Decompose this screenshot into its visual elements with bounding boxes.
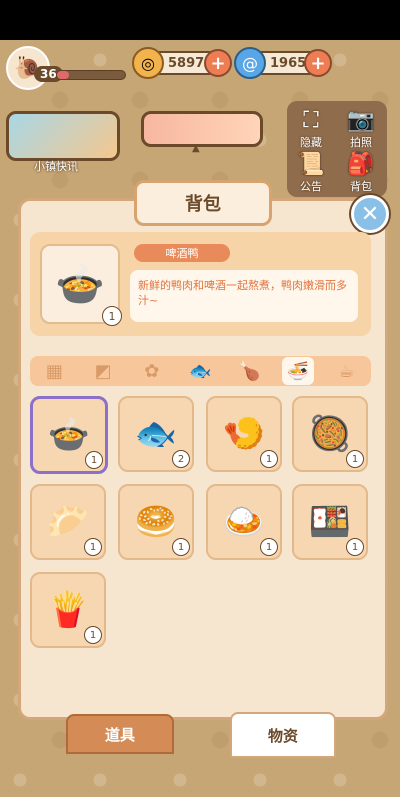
event-banner[interactable] xyxy=(141,111,263,147)
buns-icon: 🥯 xyxy=(134,502,178,542)
filter-tab-plant[interactable]: ✿ xyxy=(136,357,168,385)
item-count-badge: 1 xyxy=(84,626,102,644)
filter-tab-seed[interactable]: ◩ xyxy=(87,357,119,385)
filter-tab-all[interactable]: ▦ xyxy=(38,357,70,385)
item-count-badge: 1 xyxy=(85,451,103,469)
item-count-badge: 1 xyxy=(346,450,364,468)
backpack-label: 背包 xyxy=(350,180,372,193)
item-count-badge: 1 xyxy=(260,538,278,556)
backpack-button[interactable]: 🎒 背包 xyxy=(339,152,383,196)
cup-icon: ☕ xyxy=(338,360,355,382)
filter-tab-drink[interactable]: ☕ xyxy=(331,357,363,385)
item-detail-card: 🍲 1 啤酒鸭 新鲜的鸭肉和啤酒一起熬煮，鸭肉嫩滑而多汁~ xyxy=(30,232,371,336)
close-button[interactable]: ✕ xyxy=(351,195,389,233)
beer-duck-icon: 🍲 1 xyxy=(40,244,122,326)
town-news-label: 小镇快讯 xyxy=(34,160,78,173)
item-count-badge: 1 xyxy=(346,538,364,556)
gem-value: 1965 xyxy=(270,55,307,71)
grid-icon: ▦ xyxy=(45,360,63,382)
assorted-plate-icon: 🍱 xyxy=(308,502,352,542)
filter-tab-meat[interactable]: 🍗 xyxy=(233,357,265,385)
hide-button[interactable]: ⛶ 隐藏 xyxy=(289,108,333,152)
inventory-slot[interactable]: 🐟 2 xyxy=(118,396,194,472)
rice-dish-icon: 🍛 xyxy=(222,502,266,542)
inventory-slot[interactable]: 🍲 1 xyxy=(30,396,108,474)
coin-icon: ◎ xyxy=(132,47,164,79)
announcement-button[interactable]: 📜 公告 xyxy=(289,152,333,196)
fries-platter-icon: 🍟 xyxy=(46,590,90,630)
camera-button[interactable]: 📷 拍照 xyxy=(339,108,383,152)
item-count-badge: 1 xyxy=(172,538,190,556)
camera-label: 拍照 xyxy=(350,136,372,149)
bowl-icon: 🍜 xyxy=(286,360,310,382)
inventory-slot[interactable]: 🍛 1 xyxy=(206,484,282,560)
town-news-button[interactable] xyxy=(6,111,120,161)
tab-materials[interactable]: 物资 xyxy=(230,712,336,758)
announcement-label: 公告 xyxy=(300,180,322,193)
banner-arrow-icon: ▲ xyxy=(192,143,200,154)
item-count-badge: 1 xyxy=(84,538,102,556)
status-bar xyxy=(0,0,400,40)
inventory-slot[interactable]: 🍟 1 xyxy=(30,572,106,648)
inventory-slot[interactable]: 🍤 1 xyxy=(206,396,282,472)
inventory-slot[interactable]: 🥯 1 xyxy=(118,484,194,560)
experience-fill xyxy=(57,71,70,79)
coin-counter: ◎ 58978 + xyxy=(132,47,232,79)
camera-icon: 📷 xyxy=(347,108,375,133)
backpack-icon: 🎒 xyxy=(347,152,375,177)
item-name: 啤酒鸭 xyxy=(134,244,230,262)
fish-icon: 🐟 xyxy=(189,360,212,382)
fried-dumplings-icon: 🥟 xyxy=(46,502,90,542)
filter-tab-dish[interactable]: 🍜 xyxy=(281,357,314,385)
panel-title: 背包 xyxy=(134,180,272,226)
add-gems-button[interactable]: + xyxy=(304,49,332,77)
add-coins-button[interactable]: + xyxy=(204,49,232,77)
item-description: 新鲜的鸭肉和啤酒一起熬煮，鸭肉嫩滑而多汁~ xyxy=(130,270,358,322)
swirl-gem-icon: @ xyxy=(234,47,266,79)
filter-tab-fish[interactable]: 🐟 xyxy=(184,357,216,385)
inventory-slot[interactable]: 🥟 1 xyxy=(30,484,106,560)
item-count-badge: 1 xyxy=(260,450,278,468)
item-count-badge: 2 xyxy=(172,450,190,468)
category-filter-bar: ▦ ◩ ✿ 🐟 🍗 🍜 ☕ xyxy=(30,356,371,386)
seed-bag-icon: ◩ xyxy=(94,360,112,382)
gem-counter: @ 1965 + xyxy=(234,47,332,79)
stir-fry-shrimp-icon: 🍤 xyxy=(222,414,266,454)
drumstick-icon: 🍗 xyxy=(237,360,261,382)
inventory-slot[interactable]: 🍱 1 xyxy=(292,484,368,560)
tab-tools[interactable]: 道具 xyxy=(66,714,174,754)
detail-count-badge: 1 xyxy=(102,306,122,326)
hide-label: 隐藏 xyxy=(300,136,322,149)
braised-pork-icon: 🥘 xyxy=(308,414,352,454)
experience-bar xyxy=(56,70,126,80)
grilled-fish-icon: 🐟 xyxy=(134,414,178,454)
inventory-slot[interactable]: 🥘 1 xyxy=(292,396,368,472)
hide-icon: ⛶ xyxy=(303,108,319,133)
announcement-icon: 📜 xyxy=(297,152,325,177)
sprout-icon: ✿ xyxy=(144,360,160,382)
beer-duck-icon: 🍲 xyxy=(47,415,91,455)
